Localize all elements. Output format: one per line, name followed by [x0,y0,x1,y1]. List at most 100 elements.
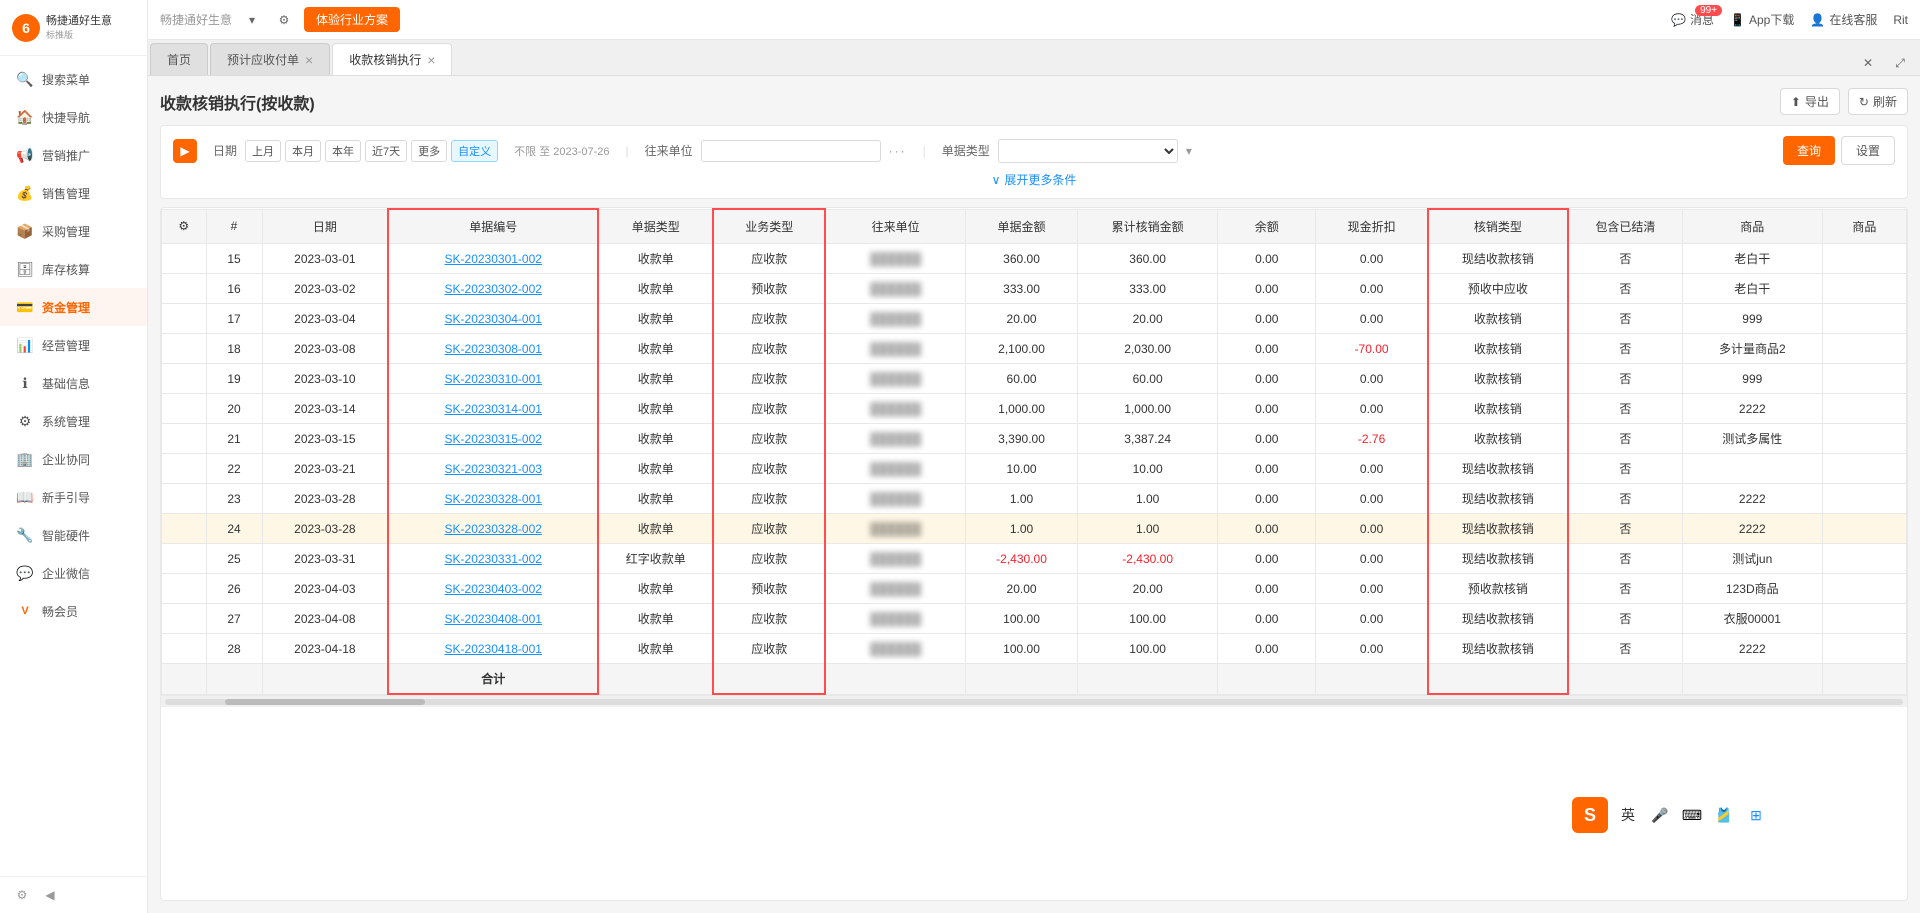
doc-link[interactable]: SK-20230331-002 [445,552,542,566]
cell-amount: 100.00 [965,604,1077,634]
tab-verify-close-icon[interactable]: × [427,53,435,67]
scrollbar-thumb[interactable] [225,699,425,705]
cell-docno[interactable]: SK-20230418-001 [388,634,598,664]
doc-link[interactable]: SK-20230418-001 [445,642,542,656]
doctype-select[interactable] [998,139,1178,163]
col-gear-header[interactable]: ⚙ [162,209,207,244]
filter-expand-arrow[interactable]: ▶ [173,139,197,163]
cell-no: 21 [206,424,262,454]
sidebar-item-system[interactable]: ⚙ 系统管理 [0,402,147,440]
cell-docno[interactable]: SK-20230302-002 [388,274,598,304]
date-more[interactable]: 更多 [411,140,447,162]
cell-docno[interactable]: SK-20230408-001 [388,604,598,634]
collapse-icon[interactable]: ◀ [40,885,60,905]
tab-pending[interactable]: 预计应收付单 × [210,43,330,75]
doc-link[interactable]: SK-20230301-002 [445,252,542,266]
tab-home[interactable]: 首页 [150,43,208,75]
expand-more-btn[interactable]: ∨ 展开更多条件 [173,171,1895,188]
col-biztype-header: 业务类型 [713,209,825,244]
tab-pending-close-icon[interactable]: × [305,53,313,67]
sidebar-item-operations[interactable]: 📊 经营管理 [0,326,147,364]
sidebar-item-quicknav[interactable]: 🏠 快捷导航 [0,98,147,136]
watermark-icon-4: 🎽 [1710,801,1738,829]
tab-home-label: 首页 [167,51,191,68]
date-this-year[interactable]: 本年 [325,140,361,162]
cell-goods: 2222 [1682,634,1822,664]
cell-gear [162,514,207,544]
sidebar-item-basic[interactable]: ℹ 基础信息 [0,364,147,402]
cell-docno[interactable]: SK-20230308-001 [388,334,598,364]
cell-date: 2023-04-18 [262,634,388,664]
export-label: 导出 [1805,93,1829,110]
app-download-button[interactable]: 📱 App下载 [1730,11,1794,28]
doc-link[interactable]: SK-20230315-002 [445,432,542,446]
cell-docno[interactable]: SK-20230304-001 [388,304,598,334]
table-row: 272023-04-08SK-20230408-001收款单应收款██████1… [162,604,1907,634]
query-button[interactable]: 查询 [1783,136,1835,165]
messages-button[interactable]: 💬 消息 99+ [1671,11,1714,28]
doc-link[interactable]: SK-20230403-002 [445,582,542,596]
online-service-button[interactable]: 👤 在线客服 [1810,11,1877,28]
settings-icon[interactable]: ⚙ [12,885,32,905]
date-last-month[interactable]: 上月 [245,140,281,162]
sidebar-item-purchase[interactable]: 📦 采购管理 [0,212,147,250]
filter-divider-2: | [923,144,926,158]
sidebar-item-wechat[interactable]: 💬 企业微信 [0,554,147,592]
cell-docno[interactable]: SK-20230331-002 [388,544,598,574]
cell-docno[interactable]: SK-20230314-001 [388,394,598,424]
sidebar-item-enterprise[interactable]: 🏢 企业协同 [0,440,147,478]
doc-link[interactable]: SK-20230408-001 [445,612,542,626]
sum-cell-14 [1822,664,1906,695]
col-amount-header: 单据金额 [965,209,1077,244]
cell-docno[interactable]: SK-20230328-002 [388,514,598,544]
cell-docno[interactable]: SK-20230310-001 [388,364,598,394]
doc-link[interactable]: SK-20230321-003 [445,462,542,476]
cell-biztype: 应收款 [713,394,825,424]
cell-docno[interactable]: SK-20230321-003 [388,454,598,484]
cell-no: 28 [206,634,262,664]
cell-docno[interactable]: SK-20230301-002 [388,244,598,274]
tab-close-btn[interactable]: ✕ [1856,51,1880,75]
doc-link[interactable]: SK-20230304-001 [445,312,542,326]
doc-link[interactable]: SK-20230310-001 [445,372,542,386]
date-7days[interactable]: 近7天 [365,140,407,162]
doc-link[interactable]: SK-20230328-001 [445,492,542,506]
export-button[interactable]: ⬆ 导出 [1780,88,1840,115]
doc-link[interactable]: SK-20230308-001 [445,342,542,356]
tab-expand-btn[interactable]: ⤢ [1888,51,1912,75]
cell-docno[interactable]: SK-20230315-002 [388,424,598,454]
cell-accamount: 1.00 [1078,484,1218,514]
horizontal-scrollbar[interactable] [161,695,1907,707]
date-custom[interactable]: 自定义 [451,140,498,162]
sidebar-item-hardware[interactable]: 🔧 智能硬件 [0,516,147,554]
cell-goods2 [1822,394,1906,424]
doc-link[interactable]: SK-20230314-001 [445,402,542,416]
sidebar-item-marketing[interactable]: 📢 营销推广 [0,136,147,174]
filter-settings-button[interactable]: 设置 [1841,136,1895,165]
sales-icon: 💰 [16,184,34,202]
cell-balance: 0.00 [1218,394,1316,424]
solution-button[interactable]: 体验行业方案 [304,7,400,32]
sidebar-item-sales[interactable]: 💰 销售管理 [0,174,147,212]
page-header: 收款核销执行(按收款) ⬆ 导出 ↻ 刷新 [160,88,1908,115]
cell-cashdiscount: 0.00 [1316,544,1428,574]
topbar-gear-icon[interactable]: ⚙ [272,8,296,32]
sidebar-item-guide[interactable]: 📖 新手引导 [0,478,147,516]
cell-goods2 [1822,484,1906,514]
cell-date: 2023-04-03 [262,574,388,604]
tab-verify[interactable]: 收款核销执行 × [332,43,452,75]
sidebar-item-finance[interactable]: 💳 资金管理 [0,288,147,326]
cell-docno[interactable]: SK-20230328-001 [388,484,598,514]
cell-biztype: 应收款 [713,544,825,574]
partner-input[interactable] [701,140,881,162]
sidebar-item-member[interactable]: V 畅会员 [0,592,147,630]
doc-link[interactable]: SK-20230328-002 [445,522,542,536]
date-this-month[interactable]: 本月 [285,140,321,162]
sidebar-item-search[interactable]: 🔍 搜索菜单 [0,60,147,98]
refresh-button[interactable]: ↻ 刷新 [1848,88,1908,115]
message-icon: 💬 [1671,13,1686,27]
topbar-dropdown-icon[interactable]: ▾ [240,8,264,32]
cell-docno[interactable]: SK-20230403-002 [388,574,598,604]
sidebar-item-inventory[interactable]: 🗄 库存核算 [0,250,147,288]
doc-link[interactable]: SK-20230302-002 [445,282,542,296]
